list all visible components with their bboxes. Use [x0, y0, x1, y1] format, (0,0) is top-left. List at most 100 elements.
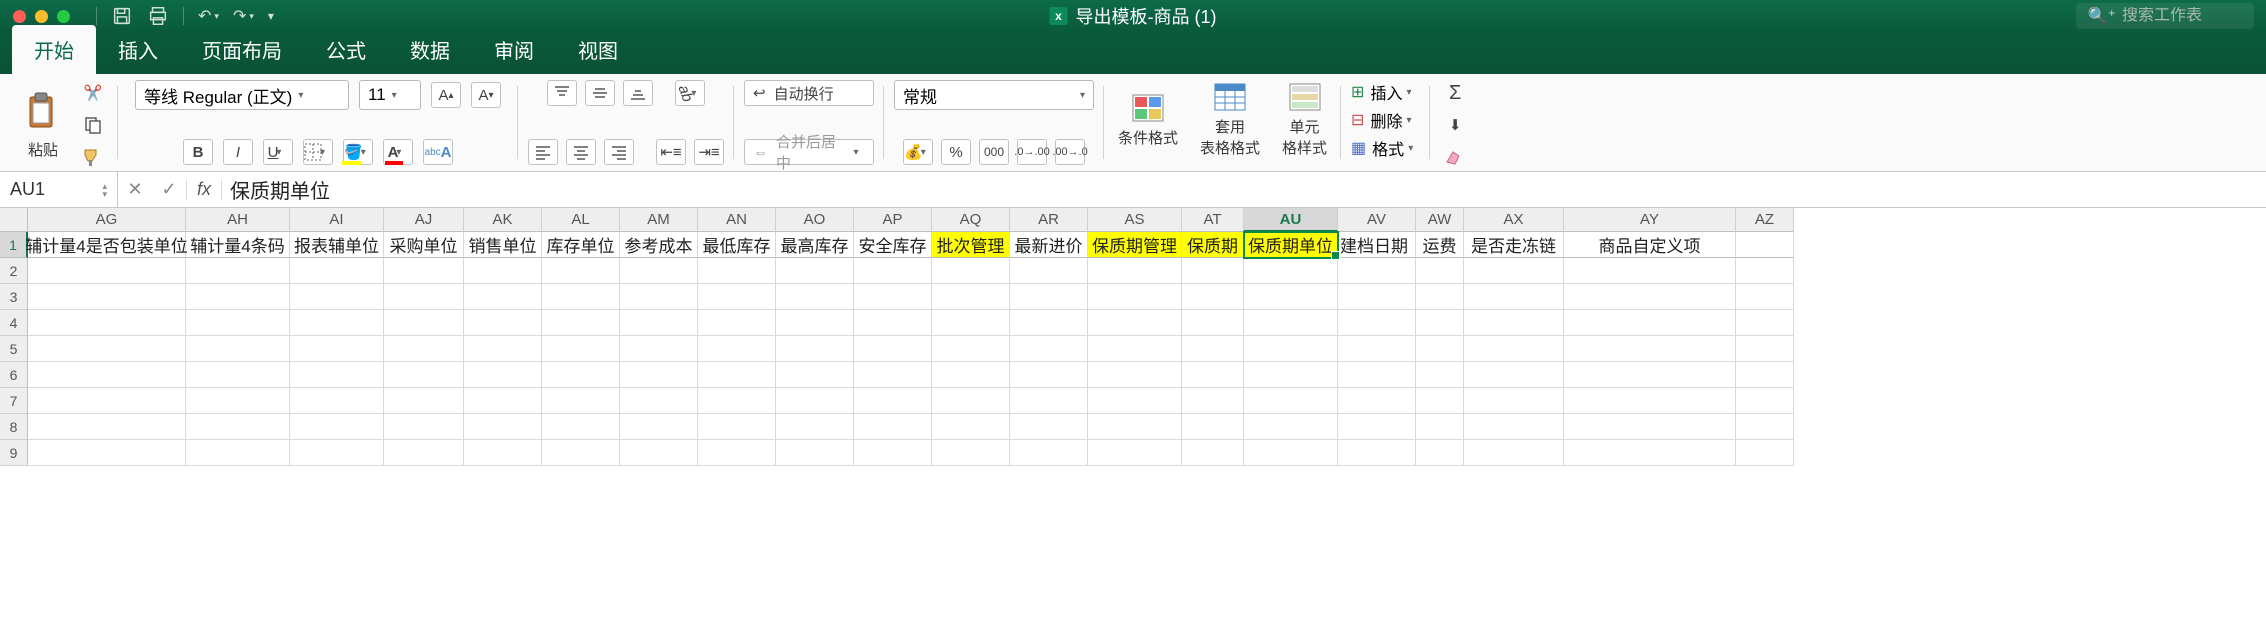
- increase-indent-button[interactable]: ⇥≡: [694, 139, 724, 165]
- borders-button[interactable]: ▾: [303, 139, 333, 165]
- cell-AL3[interactable]: [542, 284, 620, 310]
- cell-AT9[interactable]: [1182, 440, 1244, 466]
- cell-AJ6[interactable]: [384, 362, 464, 388]
- cell-AV4[interactable]: [1338, 310, 1416, 336]
- cell-AJ5[interactable]: [384, 336, 464, 362]
- cell-AI3[interactable]: [290, 284, 384, 310]
- col-header-AK[interactable]: AK: [464, 208, 542, 232]
- cell-AH7[interactable]: [186, 388, 290, 414]
- increase-decimal-button[interactable]: .0→.00: [1017, 139, 1047, 165]
- percent-button[interactable]: %: [941, 139, 971, 165]
- cell-AQ4[interactable]: [932, 310, 1010, 336]
- cell-AL5[interactable]: [542, 336, 620, 362]
- cell-AY3[interactable]: [1564, 284, 1736, 310]
- wrap-text-button[interactable]: ↩自动换行: [744, 80, 874, 106]
- cell-AX8[interactable]: [1464, 414, 1564, 440]
- cell-AK9[interactable]: [464, 440, 542, 466]
- cell-AS5[interactable]: [1088, 336, 1182, 362]
- cell-AM5[interactable]: [620, 336, 698, 362]
- cell-AW5[interactable]: [1416, 336, 1464, 362]
- cell-AI1[interactable]: 报表辅单位: [290, 232, 384, 258]
- cell-AP3[interactable]: [854, 284, 932, 310]
- cell-AP8[interactable]: [854, 414, 932, 440]
- number-format-select[interactable]: 常规▾: [894, 80, 1094, 110]
- cell-AW8[interactable]: [1416, 414, 1464, 440]
- cell-AY9[interactable]: [1564, 440, 1736, 466]
- cell-AL4[interactable]: [542, 310, 620, 336]
- cell-AR8[interactable]: [1010, 414, 1088, 440]
- cell-AI9[interactable]: [290, 440, 384, 466]
- row-header-3[interactable]: 3: [0, 284, 28, 310]
- cell-AV7[interactable]: [1338, 388, 1416, 414]
- cut-icon[interactable]: ✂️: [78, 80, 108, 106]
- cell-AJ1[interactable]: 采购单位: [384, 232, 464, 258]
- col-header-AN[interactable]: AN: [698, 208, 776, 232]
- font-color-button[interactable]: A▾: [383, 139, 413, 165]
- col-header-AH[interactable]: AH: [186, 208, 290, 232]
- cell-AK4[interactable]: [464, 310, 542, 336]
- col-header-AT[interactable]: AT: [1182, 208, 1244, 232]
- align-left-button[interactable]: [528, 139, 558, 165]
- cell-AZ1[interactable]: [1736, 232, 1794, 258]
- cell-AQ8[interactable]: [932, 414, 1010, 440]
- cell-AN6[interactable]: [698, 362, 776, 388]
- cell-AN1[interactable]: 最低库存: [698, 232, 776, 258]
- cell-AJ2[interactable]: [384, 258, 464, 284]
- insert-cells-button[interactable]: ⊞插入▾: [1351, 80, 1420, 104]
- cell-AG6[interactable]: [28, 362, 186, 388]
- decrease-font-button[interactable]: A▾: [471, 82, 501, 108]
- cell-styles-button[interactable]: 单元 格样式: [1278, 80, 1331, 160]
- cell-AZ4[interactable]: [1736, 310, 1794, 336]
- row-header-9[interactable]: 9: [0, 440, 28, 466]
- save-icon[interactable]: [111, 5, 133, 27]
- cell-AM6[interactable]: [620, 362, 698, 388]
- cell-AW3[interactable]: [1416, 284, 1464, 310]
- tab-data[interactable]: 数据: [388, 25, 472, 74]
- cell-AI6[interactable]: [290, 362, 384, 388]
- cell-AL9[interactable]: [542, 440, 620, 466]
- cell-AG7[interactable]: [28, 388, 186, 414]
- cell-AQ2[interactable]: [932, 258, 1010, 284]
- row-header-4[interactable]: 4: [0, 310, 28, 336]
- cell-AX7[interactable]: [1464, 388, 1564, 414]
- cell-AN8[interactable]: [698, 414, 776, 440]
- cell-AQ6[interactable]: [932, 362, 1010, 388]
- col-header-AY[interactable]: AY: [1564, 208, 1736, 232]
- col-header-AW[interactable]: AW: [1416, 208, 1464, 232]
- cell-AU9[interactable]: [1244, 440, 1338, 466]
- cell-AO7[interactable]: [776, 388, 854, 414]
- enter-formula-button[interactable]: ✓: [152, 179, 186, 200]
- cell-AM1[interactable]: 参考成本: [620, 232, 698, 258]
- cell-AT5[interactable]: [1182, 336, 1244, 362]
- autosum-button[interactable]: Σ: [1440, 80, 1470, 106]
- cell-AS8[interactable]: [1088, 414, 1182, 440]
- cell-AP4[interactable]: [854, 310, 932, 336]
- cell-AJ9[interactable]: [384, 440, 464, 466]
- cell-AO5[interactable]: [776, 336, 854, 362]
- format-as-table-button[interactable]: 套用 表格格式: [1196, 80, 1264, 160]
- cell-AK7[interactable]: [464, 388, 542, 414]
- cell-AI7[interactable]: [290, 388, 384, 414]
- increase-font-button[interactable]: A▴: [431, 82, 461, 108]
- row-header-6[interactable]: 6: [0, 362, 28, 388]
- cell-AL6[interactable]: [542, 362, 620, 388]
- cell-AU3[interactable]: [1244, 284, 1338, 310]
- print-icon[interactable]: [147, 5, 169, 27]
- cell-AR2[interactable]: [1010, 258, 1088, 284]
- col-header-AS[interactable]: AS: [1088, 208, 1182, 232]
- align-center-button[interactable]: [566, 139, 596, 165]
- formula-input[interactable]: [222, 178, 2266, 201]
- cell-AS9[interactable]: [1088, 440, 1182, 466]
- cell-AL2[interactable]: [542, 258, 620, 284]
- format-painter-icon[interactable]: [78, 144, 108, 170]
- cell-AP7[interactable]: [854, 388, 932, 414]
- cell-AZ6[interactable]: [1736, 362, 1794, 388]
- tab-formulas[interactable]: 公式: [304, 25, 388, 74]
- cell-AX4[interactable]: [1464, 310, 1564, 336]
- cell-AU4[interactable]: [1244, 310, 1338, 336]
- col-header-AZ[interactable]: AZ: [1736, 208, 1794, 232]
- cell-AX3[interactable]: [1464, 284, 1564, 310]
- cell-AP9[interactable]: [854, 440, 932, 466]
- cell-AH3[interactable]: [186, 284, 290, 310]
- cell-AK6[interactable]: [464, 362, 542, 388]
